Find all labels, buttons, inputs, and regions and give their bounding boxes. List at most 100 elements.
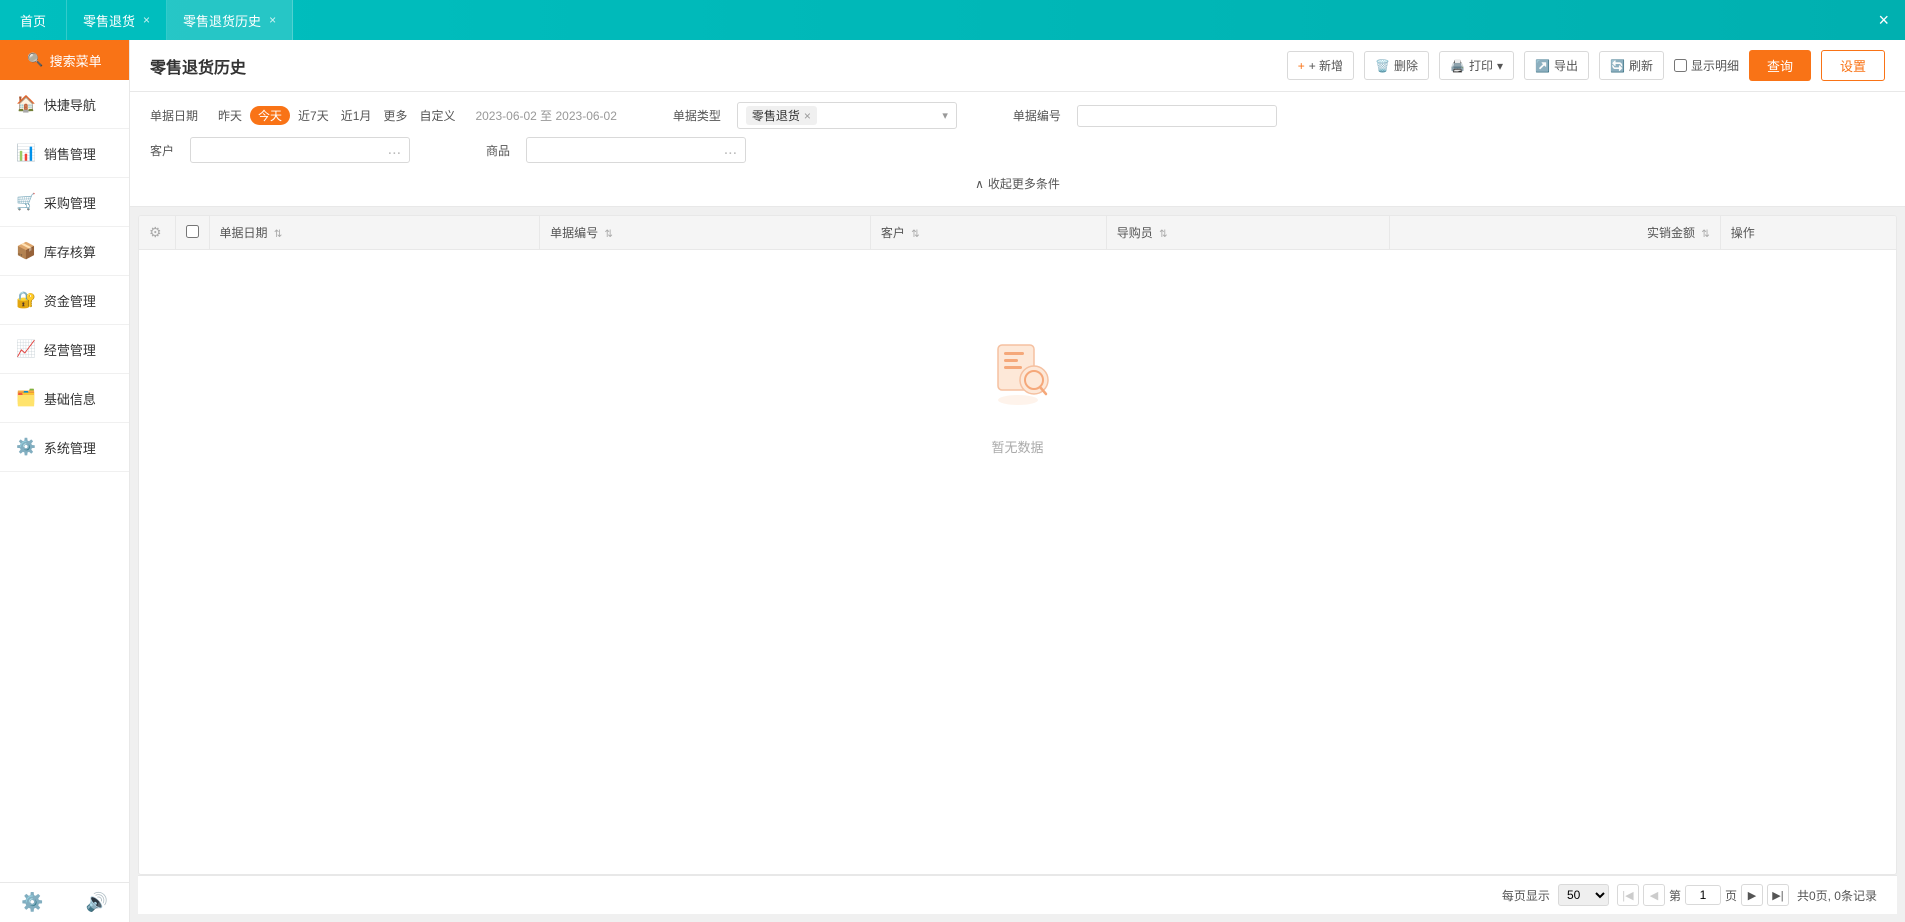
- tab-retail-return-history-close[interactable]: ×: [269, 13, 276, 27]
- inventory-icon: 📦: [16, 241, 36, 261]
- date-btn-more[interactable]: 更多: [379, 106, 411, 125]
- sidebar: 🔍 搜索菜单 🏠 快捷导航 📊 销售管理 🛒 采购管理 📦 库存核算 🔐: [0, 40, 130, 922]
- collapse-button[interactable]: ∧ 收起更多条件: [975, 175, 1060, 192]
- page-title: 零售退货历史: [150, 54, 246, 78]
- tabs-area: 首页 零售退货 × 零售退货历史 ×: [0, 0, 1878, 40]
- search-icon: 🔍: [27, 52, 43, 68]
- tab-retail-return-label: 零售退货: [83, 11, 135, 30]
- page-last-button[interactable]: ▶|: [1767, 884, 1789, 906]
- volume-icon[interactable]: 🔊: [86, 892, 108, 913]
- sidebar-item-quicknav-label: 快捷导航: [44, 95, 96, 114]
- export-button[interactable]: ↗️ 导出: [1524, 51, 1589, 80]
- guide-sort-icon[interactable]: ⇅: [1159, 229, 1167, 240]
- show-detail-checkbox-wrap[interactable]: 显示明细: [1674, 57, 1739, 74]
- show-detail-label: 显示明细: [1691, 57, 1739, 74]
- customer-sort-icon[interactable]: ⇅: [911, 229, 919, 240]
- page-input[interactable]: 1: [1685, 885, 1721, 905]
- date-btn-today[interactable]: 今天: [250, 106, 290, 125]
- top-bar: 首页 零售退货 × 零售退货历史 × ×: [0, 0, 1905, 40]
- query-button[interactable]: 查询: [1749, 50, 1811, 81]
- type-label: 单据类型: [673, 107, 721, 124]
- th-settings: ⚙: [139, 216, 175, 250]
- goods-input[interactable]: [535, 143, 724, 157]
- print-button[interactable]: 🖨️ 打印 ▾: [1439, 51, 1514, 80]
- date-btn-7days[interactable]: 近7天: [294, 106, 333, 125]
- collapse-label: 收起更多条件: [988, 175, 1060, 192]
- sidebar-item-quicknav[interactable]: 🏠 快捷导航: [0, 80, 129, 129]
- page-label-pre: 第: [1669, 887, 1681, 904]
- th-check: [175, 216, 209, 250]
- goods-input-wrap: ...: [526, 137, 746, 163]
- empty-text: 暂无数据: [991, 437, 1043, 456]
- sidebar-search-label: 搜索菜单: [50, 51, 102, 70]
- sidebar-search[interactable]: 🔍 搜索菜单: [0, 40, 129, 80]
- top-bar-right: ×: [1878, 10, 1905, 31]
- page-next-button[interactable]: ▶: [1741, 884, 1763, 906]
- date-range-display: 2023-06-02 至 2023-06-02: [475, 107, 616, 124]
- sidebar-item-business-label: 经营管理: [44, 340, 96, 359]
- page-first-button[interactable]: |◀: [1617, 884, 1639, 906]
- export-icon: ↗️: [1535, 59, 1550, 73]
- th-action: 操作: [1720, 216, 1896, 250]
- type-select[interactable]: 零售退货 × ▾: [737, 102, 957, 129]
- sales-icon: 📊: [16, 143, 36, 163]
- pagination-summary: 共0页, 0条记录: [1797, 887, 1877, 904]
- th-number-label: 单据编号: [550, 226, 598, 240]
- delete-button[interactable]: 🗑️ 删除: [1364, 51, 1429, 80]
- th-guide: 导购员 ⇅: [1106, 216, 1389, 250]
- tab-retail-return-close[interactable]: ×: [143, 13, 150, 27]
- sidebar-item-sales-label: 销售管理: [44, 144, 96, 163]
- collapse-wrap: ∧ 收起更多条件: [150, 171, 1885, 196]
- new-icon: +: [1298, 59, 1305, 73]
- type-tag-label: 零售退货: [752, 107, 800, 124]
- th-number: 单据编号 ⇅: [540, 216, 871, 250]
- page-size-label: 每页显示: [1502, 887, 1550, 904]
- settings-bottom-icon[interactable]: ⚙️: [21, 892, 43, 913]
- goods-label: 商品: [486, 142, 510, 159]
- date-btn-custom[interactable]: 自定义: [415, 106, 459, 125]
- show-detail-checkbox[interactable]: [1674, 59, 1687, 72]
- content-area: 零售退货历史 + + 新增 🗑️ 删除 🖨️ 打印 ▾ ↗️ 导出: [130, 40, 1905, 922]
- refresh-button[interactable]: 🔄 刷新: [1599, 51, 1664, 80]
- date-btn-yesterday[interactable]: 昨天: [214, 106, 246, 125]
- type-tag-close[interactable]: ×: [804, 109, 811, 123]
- sidebar-item-sales[interactable]: 📊 销售管理: [0, 129, 129, 178]
- date-sort-icon[interactable]: ⇅: [274, 229, 282, 240]
- empty-row: 暂无数据: [139, 250, 1896, 537]
- header-actions: + + 新增 🗑️ 删除 🖨️ 打印 ▾ ↗️ 导出 🔄: [1287, 50, 1885, 81]
- page-size-select[interactable]: 20 50 100: [1558, 884, 1609, 906]
- new-label: + 新增: [1309, 57, 1343, 74]
- date-btn-1month[interactable]: 近1月: [337, 106, 376, 125]
- number-sort-icon[interactable]: ⇅: [605, 229, 613, 240]
- page-prev-button[interactable]: ◀: [1643, 884, 1665, 906]
- close-window-icon[interactable]: ×: [1878, 10, 1889, 31]
- sidebar-item-system[interactable]: ⚙️ 系统管理: [0, 423, 129, 472]
- new-button[interactable]: + + 新增: [1287, 51, 1354, 80]
- page-header: 零售退货历史 + + 新增 🗑️ 删除 🖨️ 打印 ▾ ↗️ 导出: [130, 40, 1905, 92]
- settings-gear-icon[interactable]: ⚙: [149, 224, 162, 240]
- sidebar-item-inventory[interactable]: 📦 库存核算: [0, 227, 129, 276]
- sidebar-item-finance[interactable]: 🔐 资金管理: [0, 276, 129, 325]
- customer-input[interactable]: [199, 143, 388, 157]
- table-wrap: ⚙ 单据日期 ⇅ 单据编号 ⇅: [138, 215, 1897, 875]
- empty-state: 暂无数据: [139, 250, 1896, 536]
- tab-retail-return-history[interactable]: 零售退货历史 ×: [167, 0, 293, 40]
- tab-home[interactable]: 首页: [0, 0, 67, 40]
- doc-number-input[interactable]: [1086, 109, 1268, 123]
- sidebar-bottom: ⚙️ 🔊: [0, 882, 129, 922]
- filter-row-1: 单据日期 昨天 今天 近7天 近1月 更多 自定义 2023-06-02 至 2…: [150, 102, 1885, 129]
- type-tag: 零售退货 ×: [746, 106, 817, 125]
- set-button[interactable]: 设置: [1821, 50, 1885, 81]
- business-icon: 📈: [16, 339, 36, 359]
- main-layout: 🔍 搜索菜单 🏠 快捷导航 📊 销售管理 🛒 采购管理 📦 库存核算 🔐: [0, 40, 1905, 922]
- customer-dots: ...: [388, 141, 401, 159]
- sidebar-item-basic[interactable]: 🗂️ 基础信息: [0, 374, 129, 423]
- select-all-checkbox[interactable]: [186, 225, 199, 238]
- tab-retail-return[interactable]: 零售退货 ×: [67, 0, 167, 40]
- th-amount-label: 实销金额: [1647, 226, 1695, 240]
- doc-number-label: 单据编号: [1013, 107, 1061, 124]
- amount-sort-icon[interactable]: ⇅: [1701, 229, 1709, 240]
- sidebar-item-business[interactable]: 📈 经营管理: [0, 325, 129, 374]
- sidebar-item-purchase[interactable]: 🛒 采购管理: [0, 178, 129, 227]
- empty-illustration: [978, 330, 1058, 425]
